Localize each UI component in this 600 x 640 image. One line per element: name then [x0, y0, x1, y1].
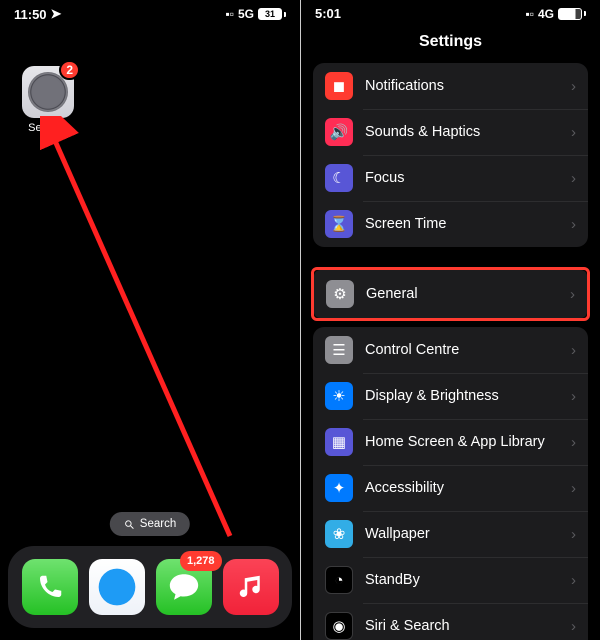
page-title: Settings: [301, 25, 600, 63]
speaker-icon: 🔊: [325, 118, 353, 146]
row-label: Notifications: [365, 78, 559, 94]
chevron-right-icon: ›: [570, 286, 575, 303]
chevron-right-icon: ›: [571, 480, 576, 497]
settings-row-general[interactable]: ⚙ General ›: [314, 270, 587, 318]
spotlight-search[interactable]: Search: [110, 512, 190, 536]
battery-indicator: 31: [258, 8, 286, 20]
settings-row-sounds-haptics[interactable]: 🔊 Sounds & Haptics ›: [313, 109, 588, 155]
row-label: Display & Brightness: [365, 388, 559, 404]
dock-music-app[interactable]: [223, 559, 279, 615]
signal-icon: ▪▫: [525, 7, 534, 21]
music-icon: [236, 572, 266, 602]
signal-icon: ▪▫: [225, 7, 234, 21]
chevron-right-icon: ›: [571, 618, 576, 635]
gear-icon: ⚙: [326, 280, 354, 308]
dock-safari-app[interactable]: [89, 559, 145, 615]
hourglass-icon: ⌛: [325, 210, 353, 238]
settings-row-wallpaper[interactable]: ❀ Wallpaper ›: [313, 511, 588, 557]
safari-icon: [95, 565, 139, 609]
row-label: General: [366, 286, 558, 302]
chevron-right-icon: ›: [571, 124, 576, 141]
chevron-right-icon: ›: [571, 78, 576, 95]
chevron-right-icon: ›: [571, 342, 576, 359]
settings-badge: 2: [59, 60, 80, 80]
status-time: 5:01: [315, 6, 341, 21]
settings-row-notifications[interactable]: ◼ Notifications ›: [313, 63, 588, 109]
status-bar: 5:01 ▪▫ 4G: [301, 0, 600, 25]
sun-icon: ☀: [325, 382, 353, 410]
row-label: Control Centre: [365, 342, 559, 358]
settings-app-icon[interactable]: 2 Settings: [22, 66, 74, 134]
clock-icon: ◔: [325, 566, 353, 594]
row-label: Siri & Search: [365, 618, 559, 634]
siri-icon: ◉: [325, 612, 353, 640]
settings-row-screen-time[interactable]: ⌛ Screen Time ›: [313, 201, 588, 247]
row-label: StandBy: [365, 572, 559, 588]
phone-icon: [35, 572, 65, 602]
settings-row-standby[interactable]: ◔ StandBy ›: [313, 557, 588, 603]
settings-tile[interactable]: 2: [22, 66, 74, 118]
search-label: Search: [140, 518, 176, 530]
figure-icon: ✦: [325, 474, 353, 502]
chevron-right-icon: ›: [571, 216, 576, 233]
settings-group-2: ☰ Control Centre › ☀ Display & Brightness › ▦ H…: [313, 327, 588, 640]
dock-phone-app[interactable]: [22, 559, 78, 615]
row-label: Accessibility: [365, 480, 559, 496]
settings-row-home-screen-app-library[interactable]: ▦ Home Screen & App Library ›: [313, 419, 588, 465]
messages-badge: 1,278: [180, 551, 222, 571]
row-label: Screen Time: [365, 216, 559, 232]
settings-row-accessibility[interactable]: ✦ Accessibility ›: [313, 465, 588, 511]
chevron-right-icon: ›: [571, 434, 576, 451]
settings-group-1: ◼ Notifications › 🔊 Sounds & Haptics › ☾ Focus ›…: [313, 63, 588, 247]
battery-indicator: [558, 8, 586, 20]
dock: 1,278: [8, 546, 292, 628]
messages-icon: [167, 570, 201, 604]
row-label: Focus: [365, 170, 559, 186]
row-label: Home Screen & App Library: [365, 434, 559, 450]
chevron-right-icon: ›: [571, 526, 576, 543]
settings-label: Settings: [22, 122, 74, 134]
settings-row-display-brightness[interactable]: ☀ Display & Brightness ›: [313, 373, 588, 419]
moon-icon: ☾: [325, 164, 353, 192]
network-label: 4G: [538, 7, 554, 21]
row-label: Sounds & Haptics: [365, 124, 559, 140]
settings-row-focus[interactable]: ☾ Focus ›: [313, 155, 588, 201]
dock-messages-app[interactable]: 1,278: [156, 559, 212, 615]
general-highlight: ⚙ General ›: [311, 267, 590, 321]
grid-icon: ▦: [325, 428, 353, 456]
status-bar: 11:50 ➤ ▪▫ 5G 31: [0, 0, 300, 26]
network-label: 5G: [238, 7, 254, 21]
home-area: 2 Settings Search 1,278: [0, 26, 300, 636]
chevron-right-icon: ›: [571, 170, 576, 187]
home-screen-phone: 11:50 ➤ ▪▫ 5G 31 2 Settings Search: [0, 0, 300, 640]
settings-row-control-centre[interactable]: ☰ Control Centre ›: [313, 327, 588, 373]
location-icon: ➤: [51, 6, 62, 22]
search-icon: [124, 519, 135, 530]
flower-icon: ❀: [325, 520, 353, 548]
annotation-arrow: [40, 116, 260, 546]
switches-icon: ☰: [325, 336, 353, 364]
chevron-right-icon: ›: [571, 388, 576, 405]
settings-screen-phone: 5:01 ▪▫ 4G Settings ◼ Notifications › 🔊 Soun…: [300, 0, 600, 640]
settings-row-siri-search[interactable]: ◉ Siri & Search ›: [313, 603, 588, 640]
status-time: 11:50: [14, 7, 47, 22]
row-label: Wallpaper: [365, 526, 559, 542]
bell-icon: ◼: [325, 72, 353, 100]
chevron-right-icon: ›: [571, 572, 576, 589]
